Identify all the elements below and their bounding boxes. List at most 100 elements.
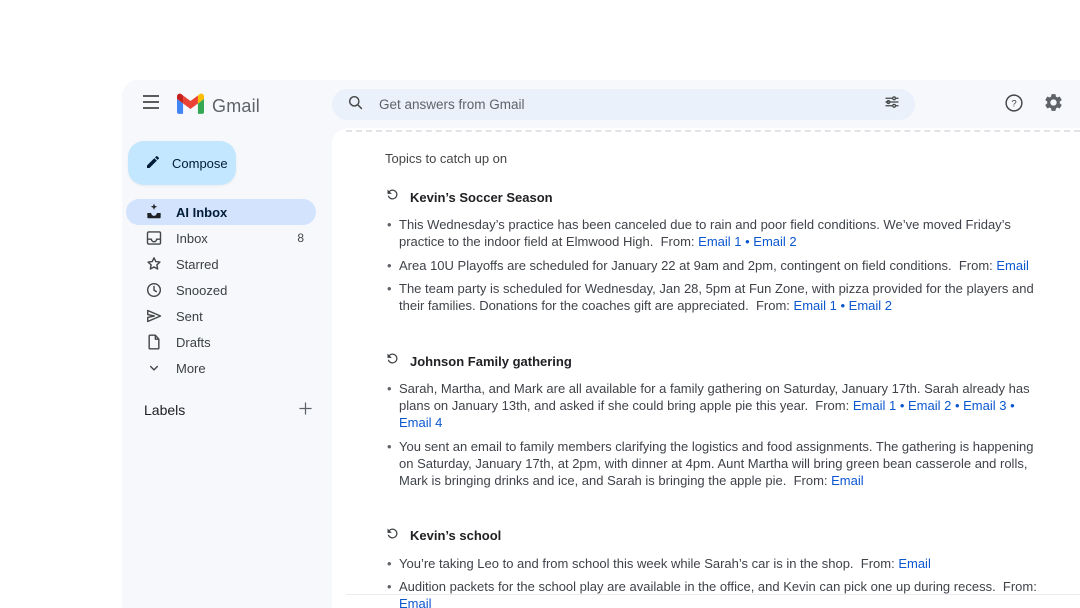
summary-bullet: •The team party is scheduled for Wednesd…	[385, 280, 1050, 314]
bullet-dot: •	[387, 578, 399, 608]
sidebar-item-label: Inbox	[176, 231, 208, 246]
link-separator: •	[742, 234, 754, 249]
unread-count-badge: 8	[297, 231, 316, 245]
gmail-window: Gmail ? Compose	[122, 80, 1080, 608]
search-options-icon[interactable]	[883, 93, 901, 116]
topic-section: Kevin’s school •You’re taking Leo to and …	[385, 526, 1050, 608]
sidebar-item-drafts[interactable]: Drafts	[126, 329, 316, 355]
search-input[interactable]	[377, 96, 883, 113]
from-label: From:	[661, 234, 699, 249]
svg-text:?: ?	[1011, 98, 1016, 109]
from-label: From:	[1003, 579, 1037, 594]
summary-text: Audition packets for the school play are…	[399, 578, 1050, 608]
sidebar-item-label: Sent	[176, 309, 203, 324]
summary-text: Area 10U Playoffs are scheduled for Janu…	[399, 257, 1050, 274]
main-menu-button[interactable]	[139, 95, 163, 113]
desktop-background: Gmail ? Compose	[0, 0, 1080, 608]
sidebar-item-ai-inbox[interactable]: AI Inbox	[126, 199, 316, 225]
help-button[interactable]: ?	[1002, 93, 1026, 117]
summary-text: Sarah, Martha, and Mark are all availabl…	[399, 380, 1050, 431]
sidebar-item-inbox[interactable]: Inbox 8	[126, 225, 316, 251]
compose-label: Compose	[172, 156, 228, 171]
from-label: From:	[861, 556, 899, 571]
topic-section: Kevin’s Soccer Season•This Wednesday’s p…	[385, 187, 1050, 314]
email-link[interactable]: Email 3	[963, 398, 1006, 413]
email-link[interactable]: Email 4	[399, 415, 442, 430]
pencil-icon	[145, 154, 161, 173]
summary-text: The team party is scheduled for Wednesda…	[399, 280, 1050, 314]
email-link[interactable]: Email 2	[753, 234, 796, 249]
refresh-icon	[385, 351, 400, 371]
gmail-logo[interactable]: Gmail	[177, 93, 260, 119]
create-label-button[interactable]	[294, 400, 316, 422]
sidebar-item-label: AI Inbox	[176, 205, 227, 220]
email-link[interactable]: Email	[831, 473, 864, 488]
bullet-dot: •	[387, 438, 399, 489]
topic-title: Johnson Family gathering	[410, 354, 572, 369]
chevron-down-icon	[144, 358, 164, 378]
topic-header[interactable]: Kevin’s Soccer Season	[385, 187, 1050, 207]
sidebar-item-label: More	[176, 361, 206, 376]
link-separator: •	[951, 398, 963, 413]
topics-list: Kevin’s Soccer Season•This Wednesday’s p…	[385, 187, 1050, 608]
refresh-icon	[385, 526, 400, 546]
from-label: From:	[756, 298, 794, 313]
sidebar-item-snoozed[interactable]: Snoozed	[126, 277, 316, 303]
summary-text: This Wednesday’s practice has been cance…	[399, 216, 1050, 250]
clock-icon	[144, 280, 164, 300]
sidebar-item-more[interactable]: More	[126, 355, 316, 381]
topic-header[interactable]: Johnson Family gathering	[385, 351, 1050, 371]
search-bar[interactable]	[332, 89, 915, 120]
summary-bullet: •Sarah, Martha, and Mark are all availab…	[385, 380, 1050, 431]
gmail-m-icon	[177, 93, 204, 119]
catchup-title: Topics to catch up on	[385, 151, 1050, 166]
from-label: From:	[794, 473, 832, 488]
topic-title: Kevin’s school	[410, 528, 501, 543]
email-link[interactable]: Email	[399, 596, 432, 608]
link-separator: •	[837, 298, 849, 313]
email-link[interactable]: Email	[996, 258, 1029, 273]
draft-icon	[144, 332, 164, 352]
bullet-dot: •	[387, 257, 399, 274]
gmail-wordmark: Gmail	[212, 96, 260, 117]
email-link[interactable]: Email 1	[853, 398, 896, 413]
star-icon	[144, 254, 164, 274]
summary-sentence: You’re taking Leo to and from school thi…	[399, 556, 861, 571]
link-separator: •	[896, 398, 908, 413]
compose-button[interactable]: Compose	[128, 141, 236, 185]
help-icon: ?	[1003, 92, 1025, 119]
sidebar-item-sent[interactable]: Sent	[126, 303, 316, 329]
summary-bullet: •Audition packets for the school play ar…	[385, 578, 1050, 608]
topic-section: Johnson Family gathering •Sarah, Martha, …	[385, 351, 1050, 489]
summary-bullet: •You sent an email to family members cla…	[385, 438, 1050, 489]
summary-text: You’re taking Leo to and from school thi…	[399, 555, 1050, 572]
summary-sentence: Audition packets for the school play are…	[399, 579, 1003, 594]
link-separator: •	[1006, 398, 1014, 413]
from-label: From:	[815, 398, 853, 413]
bullet-dot: •	[387, 380, 399, 431]
email-link[interactable]: Email 1	[794, 298, 837, 313]
hamburger-icon	[142, 95, 160, 114]
sidebar-item-label: Starred	[176, 257, 219, 272]
email-link[interactable]: Email 1	[698, 234, 741, 249]
settings-button[interactable]	[1041, 93, 1065, 117]
plus-icon	[296, 399, 315, 423]
dashed-divider	[346, 130, 1080, 132]
section-divider	[346, 594, 1080, 595]
summary-text: You sent an email to family members clar…	[399, 438, 1050, 489]
topic-header[interactable]: Kevin’s school	[385, 526, 1050, 546]
summary-bullet: •This Wednesday’s practice has been canc…	[385, 216, 1050, 250]
email-link[interactable]: Email 2	[908, 398, 951, 413]
from-label: From:	[959, 258, 997, 273]
summary-bullet: •You’re taking Leo to and from school th…	[385, 555, 1050, 572]
topic-title: Kevin’s Soccer Season	[410, 190, 553, 205]
search-icon	[346, 93, 365, 117]
sidebar-item-starred[interactable]: Starred	[126, 251, 316, 277]
sidebar-nav: AI Inbox Inbox 8 Starred Snoozed Sent Drafts Mo…	[122, 199, 332, 381]
bullet-dot: •	[387, 555, 399, 572]
email-link[interactable]: Email	[898, 556, 931, 571]
summary-bullet: •Area 10U Playoffs are scheduled for Jan…	[385, 257, 1050, 274]
email-link[interactable]: Email 2	[849, 298, 892, 313]
summary-sentence: Area 10U Playoffs are scheduled for Janu…	[399, 258, 959, 273]
inbox-icon	[144, 228, 164, 248]
